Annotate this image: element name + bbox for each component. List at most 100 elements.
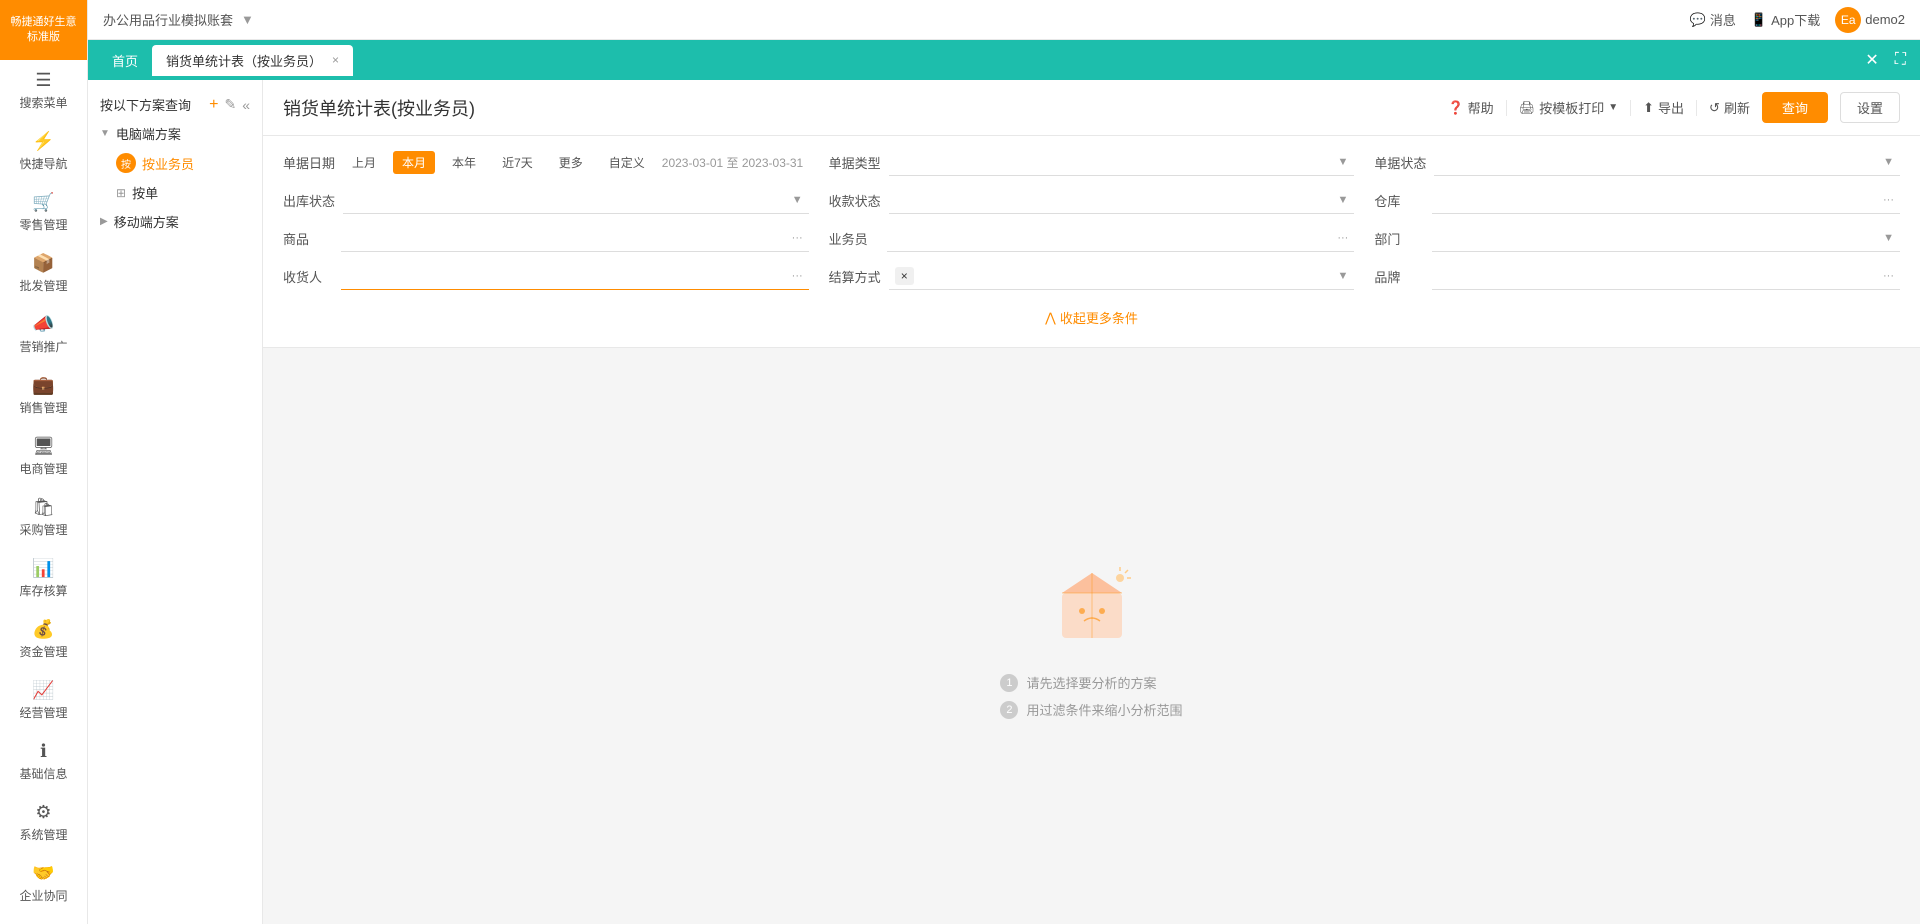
hint-text-1: 请先选择要分析的方案 [1026,673,1156,692]
date-btn-7days[interactable]: 近7天 [493,151,542,174]
sidebar-item-企业协同[interactable]: 🤝企业协同 [14,853,72,914]
sidebar-item-新手引导[interactable]: 🚀新手引导 [14,914,72,924]
sidebar-label: 营销推广 [19,338,67,355]
tree-section-mobile[interactable]: ▶ 移动端方案 [88,207,262,236]
message-action[interactable]: 💬 消息 [1690,10,1736,29]
collection-status-control[interactable]: ▼ [889,186,1355,214]
setting-button[interactable]: 设置 [1840,92,1900,123]
main-content: 销货单统计表(按业务员) ❓ 帮助 🖨 按模板打印 ▼ ⬆ [263,80,1920,924]
app-download-action[interactable]: 📱 App下载 [1751,10,1820,29]
sidebar-item-搜索菜单[interactable]: ☰搜索菜单 [14,60,72,121]
breadcrumb-chevron-icon[interactable]: ▼ [241,12,254,27]
tree-mobile-label: 移动端方案 [114,212,179,231]
date-btn-custom[interactable]: 自定义 [600,151,654,174]
sidebar-icon: 📊 [32,558,54,579]
filter-row-3: 商品 ··· 业务员 ··· 部门 [283,224,1900,252]
empty-hint-1: 1 请先选择要分析的方案 [1000,673,1182,692]
refresh-icon: ↺ [1709,100,1720,116]
help-label: 帮助 [1468,98,1494,117]
export-button[interactable]: ⬆ 导出 [1643,98,1684,117]
by-salesperson-icon: 按 [116,153,136,173]
doc-type-control[interactable]: ▼ [889,148,1355,176]
goods-control[interactable]: ··· [341,224,809,252]
sidebar-item-资金管理[interactable]: 💰资金管理 [14,609,72,670]
query-button[interactable]: 查询 [1762,92,1828,123]
filter-item-salesperson: 业务员 ··· [829,224,1355,252]
tree-section-desktop[interactable]: ▼ 电脑端方案 [88,119,262,148]
sidebar-label: 经营管理 [19,704,67,721]
date-btn-last-month[interactable]: 上月 [343,151,385,174]
settlement-tag-x[interactable]: × [901,269,908,283]
sidebar-item-批发管理[interactable]: 📦 批发管理 [14,243,72,304]
tab-close-window-button[interactable]: ✕ [1861,46,1882,74]
add-scheme-icon[interactable]: + [209,96,218,114]
tree-item-by-salesperson[interactable]: 按 按业务员 [88,148,262,178]
date-range-text: 2023-03-01 至 2023-03-31 [662,154,803,171]
sidebar-label: 批发管理 [19,277,67,294]
tab-home[interactable]: 首页 [98,45,152,76]
sidebar: 畅捷通好生意 标准版 ☰搜索菜单⚡快捷导航🛒零售管理📦批发管理📣营销推广💼销售管… [0,0,88,924]
out-status-control[interactable]: ▼ [343,186,809,214]
sidebar-item-营销推广[interactable]: 📣营销推广 [14,304,72,365]
tab-maximize-button[interactable]: ⛶ [1891,47,1910,73]
filter-item-date: 单据日期 上月 本月 本年 近7天 更多 自定义 2023-03-01 至 20… [283,151,809,174]
doc-status-control[interactable]: ▼ [1434,148,1900,176]
collapse-panel-icon[interactable]: « [242,97,250,113]
sidebar-item-零售管理[interactable]: 🛒零售管理 [14,182,72,243]
goods-label: 商品 [283,229,333,248]
edit-scheme-icon[interactable]: ✎ [224,96,236,113]
sidebar-icon: 📦 [32,253,54,274]
app-download-icon: 📱 [1751,12,1767,28]
main-area: 办公用品行业模拟账套 ▼ 💬 消息 📱 App下载 Ea demo2 首页 销货… [88,0,1920,924]
doc-type-chevron-icon: ▼ [1337,156,1348,168]
sidebar-label: 企业协同 [19,887,67,904]
salesperson-control[interactable]: ··· [887,224,1355,252]
settlement-tag: × [895,267,914,285]
date-btn-this-year[interactable]: 本年 [443,151,485,174]
page-header: 销货单统计表(按业务员) ❓ 帮助 🖨 按模板打印 ▼ ⬆ [263,80,1920,136]
doc-status-chevron-icon: ▼ [1883,156,1894,168]
sidebar-icon: 🖥 [32,436,55,457]
content-area: 按以下方案查询 + ✎ « ▼ 电脑端方案 按 按业务员 ⊞ 按单 ▶ [88,80,1920,924]
warehouse-control[interactable]: ··· [1432,186,1900,214]
sidebar-label: 系统管理 [19,826,67,843]
sidebar-item-库存核算[interactable]: 📊 库存核算 [14,548,72,609]
tab-bar-actions: ✕ ⛶ [1861,46,1910,74]
divider1 [1506,100,1507,116]
sidebar-item-系统管理[interactable]: ⚙系统管理 [14,792,72,853]
tab-sales-stats[interactable]: 销货单统计表（按业务员） × [152,45,353,76]
brand-control[interactable]: ··· [1432,262,1900,290]
filter-item-department: 部门 ▼ [1374,224,1900,252]
filter-item-warehouse: 仓库 ··· [1374,186,1900,214]
date-btn-more[interactable]: 更多 [550,151,592,174]
sidebar-item-基础信息[interactable]: ℹ基础信息 [14,731,72,792]
date-filter-controls: 上月 本月 本年 近7天 更多 自定义 2023-03-01 至 2023-03… [343,151,803,174]
sidebar-item-销售管理[interactable]: 💼销售管理 [14,365,72,426]
refresh-button[interactable]: ↺ 刷新 [1709,98,1750,117]
sidebar-item-快捷导航[interactable]: ⚡快捷导航 [14,121,72,182]
sidebar-icon: 🛍 [32,497,55,518]
tab-close-icon[interactable]: × [332,53,339,67]
filter-item-doc-status: 单据状态 ▼ [1374,148,1900,176]
filter-item-doc-type: 单据类型 ▼ [829,148,1355,176]
sidebar-label: 电商管理 [19,460,67,477]
collapse-label: 收起更多条件 [1060,308,1138,327]
settlement-control[interactable]: × ▼ [889,262,1355,290]
sidebar-label: 库存核算 [19,582,67,599]
help-button[interactable]: ❓ 帮助 [1447,98,1493,117]
top-header-right: 💬 消息 📱 App下载 Ea demo2 [1690,7,1905,33]
department-control[interactable]: ▼ [1432,224,1900,252]
left-panel-header: 按以下方案查询 + ✎ « [88,90,262,119]
print-button[interactable]: 🖨 按模板打印 ▼ [1519,98,1618,117]
sidebar-item-经营管理[interactable]: 📈经营管理 [14,670,72,731]
export-label: 导出 [1658,98,1684,117]
tree-item-by-order[interactable]: ⊞ 按单 [88,178,262,207]
empty-state-illustration [1042,553,1142,653]
user-action[interactable]: Ea demo2 [1835,7,1905,33]
collapse-filters-button[interactable]: ⋀ 收起更多条件 [283,300,1900,335]
date-btn-this-month[interactable]: 本月 [393,151,435,174]
receiver-control[interactable]: ··· [341,262,809,290]
sidebar-item-电商管理[interactable]: 🖥 电商管理 [14,426,72,487]
sidebar-item-采购管理[interactable]: 🛍采购管理 [14,487,72,548]
sidebar-label: 资金管理 [19,643,67,660]
